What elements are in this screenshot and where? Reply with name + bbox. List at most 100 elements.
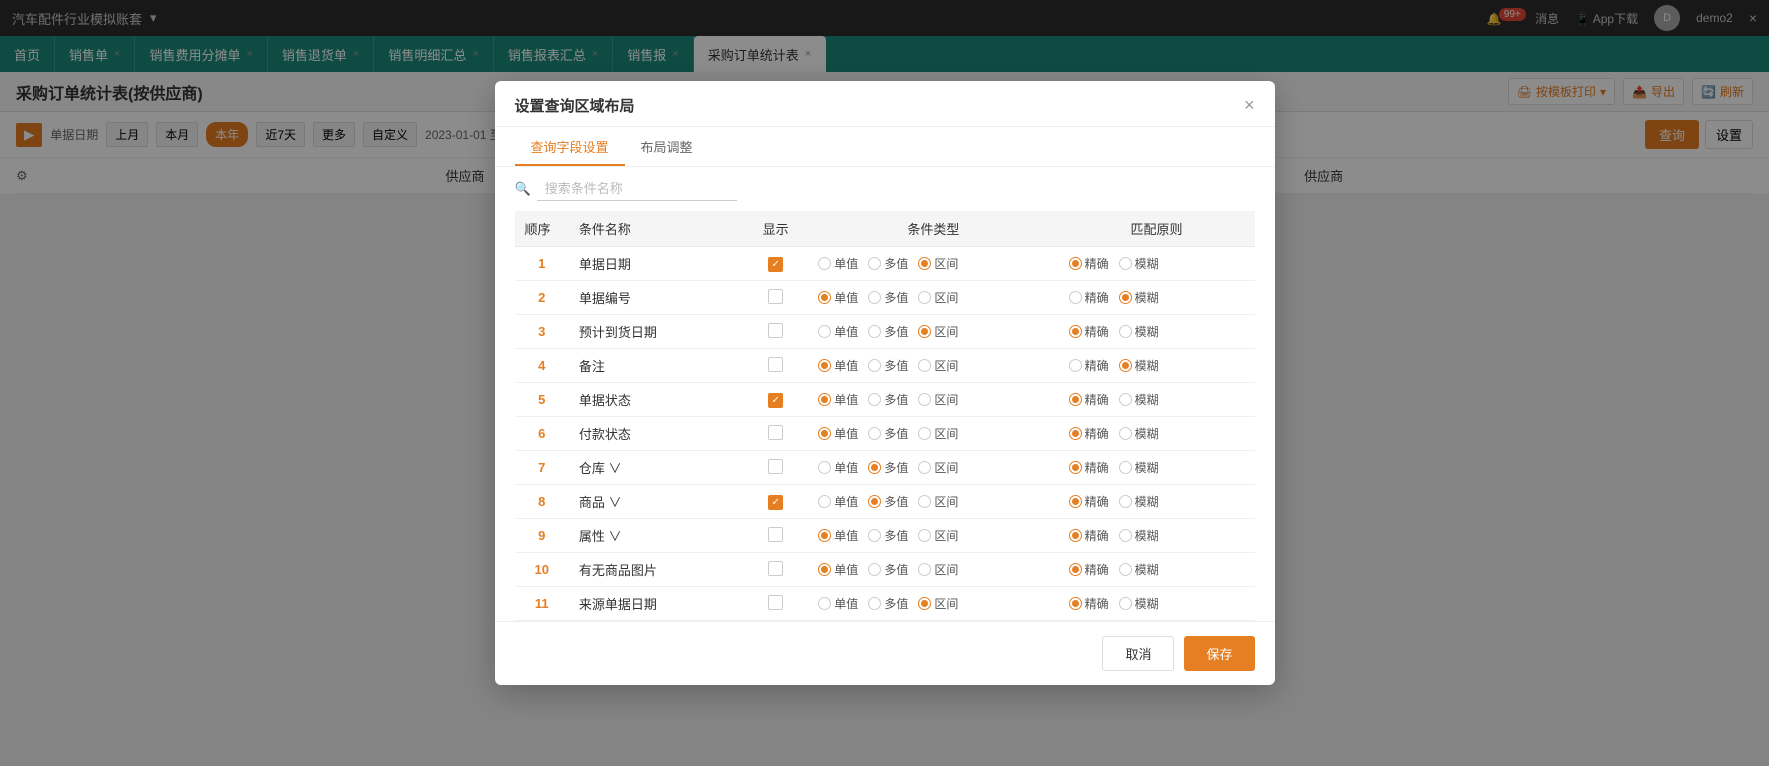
match-radio-item[interactable]: 精确	[1069, 391, 1109, 408]
type-radio-item[interactable]: 区间	[918, 425, 958, 442]
match-radio-item[interactable]: 模糊	[1119, 527, 1159, 544]
row-display-cell[interactable]	[743, 553, 808, 587]
type-radio-item[interactable]: 多值	[868, 323, 908, 340]
match-radio-item[interactable]: 模糊	[1119, 595, 1159, 612]
row-display-cell[interactable]	[743, 519, 808, 553]
match-radio-item[interactable]: 精确	[1069, 459, 1109, 476]
type-radio-item[interactable]: 多值	[868, 357, 908, 374]
dialog-close-button[interactable]: ×	[1244, 95, 1255, 116]
row-type-cell: 单值多值区间	[808, 247, 1058, 281]
type-radio-item[interactable]: 单值	[818, 459, 858, 476]
row-display-cell[interactable]	[743, 383, 808, 417]
type-radio-item[interactable]: 单值	[818, 561, 858, 578]
match-radio-item[interactable]: 模糊	[1119, 425, 1159, 442]
radio-label: 多值	[884, 527, 908, 544]
radio-label: 模糊	[1135, 459, 1159, 476]
tab-field-settings[interactable]: 查询字段设置	[515, 127, 625, 166]
type-radio-item[interactable]: 多值	[868, 459, 908, 476]
type-radio-item[interactable]: 区间	[918, 357, 958, 374]
match-radio-item[interactable]: 模糊	[1119, 391, 1159, 408]
match-radio-item[interactable]: 精确	[1069, 357, 1109, 374]
row-display-cell[interactable]	[743, 485, 808, 519]
row-display-cell[interactable]	[743, 349, 808, 383]
match-radio-item[interactable]: 精确	[1069, 595, 1109, 612]
type-radio-item[interactable]: 多值	[868, 391, 908, 408]
match-radio-item[interactable]: 模糊	[1119, 493, 1159, 510]
radio-label: 模糊	[1135, 527, 1159, 544]
display-checkbox[interactable]	[768, 495, 783, 510]
row-order: 9	[515, 519, 569, 553]
row-display-cell[interactable]	[743, 451, 808, 485]
type-radio-item[interactable]: 多值	[868, 527, 908, 544]
type-radio-item[interactable]: 多值	[868, 289, 908, 306]
type-radio-item[interactable]: 单值	[818, 357, 858, 374]
row-match-cell: 精确模糊	[1059, 417, 1255, 451]
display-checkbox[interactable]	[768, 393, 783, 408]
tab-layout-adjust[interactable]: 布局调整	[625, 127, 709, 166]
match-radio-item[interactable]: 精确	[1069, 323, 1109, 340]
type-radio-item[interactable]: 区间	[918, 255, 958, 272]
type-radio-item[interactable]: 单值	[818, 527, 858, 544]
tab-field-settings-label: 查询字段设置	[531, 140, 609, 155]
row-display-cell[interactable]	[743, 281, 808, 315]
display-checkbox[interactable]	[768, 425, 783, 440]
row-display-cell[interactable]	[743, 417, 808, 451]
type-radio-item[interactable]: 区间	[918, 561, 958, 578]
match-radio-item[interactable]: 模糊	[1119, 459, 1159, 476]
type-radio-item[interactable]: 单值	[818, 323, 858, 340]
type-radio-item[interactable]: 多值	[868, 595, 908, 612]
match-radio-item[interactable]: 精确	[1069, 493, 1109, 510]
table-row: 5单据状态单值多值区间精确模糊	[515, 383, 1255, 417]
type-radio-item[interactable]: 区间	[918, 493, 958, 510]
type-radio-item[interactable]: 区间	[918, 527, 958, 544]
type-radio-item[interactable]: 多值	[868, 561, 908, 578]
display-checkbox[interactable]	[768, 459, 783, 474]
radio-label: 区间	[934, 459, 958, 476]
display-checkbox[interactable]	[768, 323, 783, 338]
match-radio-item[interactable]: 模糊	[1119, 561, 1159, 578]
row-display-cell[interactable]	[743, 587, 808, 621]
display-checkbox[interactable]	[768, 257, 783, 272]
radio-label: 模糊	[1135, 255, 1159, 272]
display-checkbox[interactable]	[768, 289, 783, 304]
match-radio-item[interactable]: 精确	[1069, 255, 1109, 272]
dialog-tabs: 查询字段设置 布局调整	[495, 127, 1275, 167]
type-radio-item[interactable]: 区间	[918, 289, 958, 306]
row-display-cell[interactable]	[743, 247, 808, 281]
type-radio-item[interactable]: 多值	[868, 425, 908, 442]
display-checkbox[interactable]	[768, 357, 783, 372]
radio-label: 精确	[1085, 595, 1109, 612]
match-radio-item[interactable]: 精确	[1069, 561, 1109, 578]
type-radio-item[interactable]: 多值	[868, 255, 908, 272]
type-radio-item[interactable]: 区间	[918, 391, 958, 408]
type-radio-item[interactable]: 区间	[918, 595, 958, 612]
match-radio-item[interactable]: 模糊	[1119, 323, 1159, 340]
row-match-cell: 精确模糊	[1059, 485, 1255, 519]
type-radio-item[interactable]: 单值	[818, 289, 858, 306]
type-radio-item[interactable]: 单值	[818, 391, 858, 408]
type-radio-item[interactable]: 单值	[818, 493, 858, 510]
type-radio-item[interactable]: 区间	[918, 323, 958, 340]
cancel-button[interactable]: 取消	[1102, 636, 1174, 671]
search-input[interactable]	[537, 177, 737, 201]
display-checkbox[interactable]	[768, 561, 783, 576]
save-button[interactable]: 保存	[1184, 636, 1254, 671]
match-radio-item[interactable]: 模糊	[1119, 357, 1159, 374]
match-radio-item[interactable]: 精确	[1069, 289, 1109, 306]
match-radio-item[interactable]: 模糊	[1119, 255, 1159, 272]
radio-circle	[1119, 291, 1132, 304]
radio-label: 区间	[934, 527, 958, 544]
type-radio-item[interactable]: 区间	[918, 459, 958, 476]
row-name: 付款状态	[569, 417, 743, 451]
match-radio-item[interactable]: 模糊	[1119, 289, 1159, 306]
type-radio-item[interactable]: 多值	[868, 493, 908, 510]
display-checkbox[interactable]	[768, 595, 783, 610]
row-display-cell[interactable]	[743, 315, 808, 349]
type-radio-item[interactable]: 单值	[818, 255, 858, 272]
match-radio-item[interactable]: 精确	[1069, 527, 1109, 544]
display-checkbox[interactable]	[768, 527, 783, 542]
match-radio-item[interactable]: 精确	[1069, 425, 1109, 442]
type-radio-item[interactable]: 单值	[818, 595, 858, 612]
type-radio-item[interactable]: 单值	[818, 425, 858, 442]
table-row: 6付款状态单值多值区间精确模糊	[515, 417, 1255, 451]
